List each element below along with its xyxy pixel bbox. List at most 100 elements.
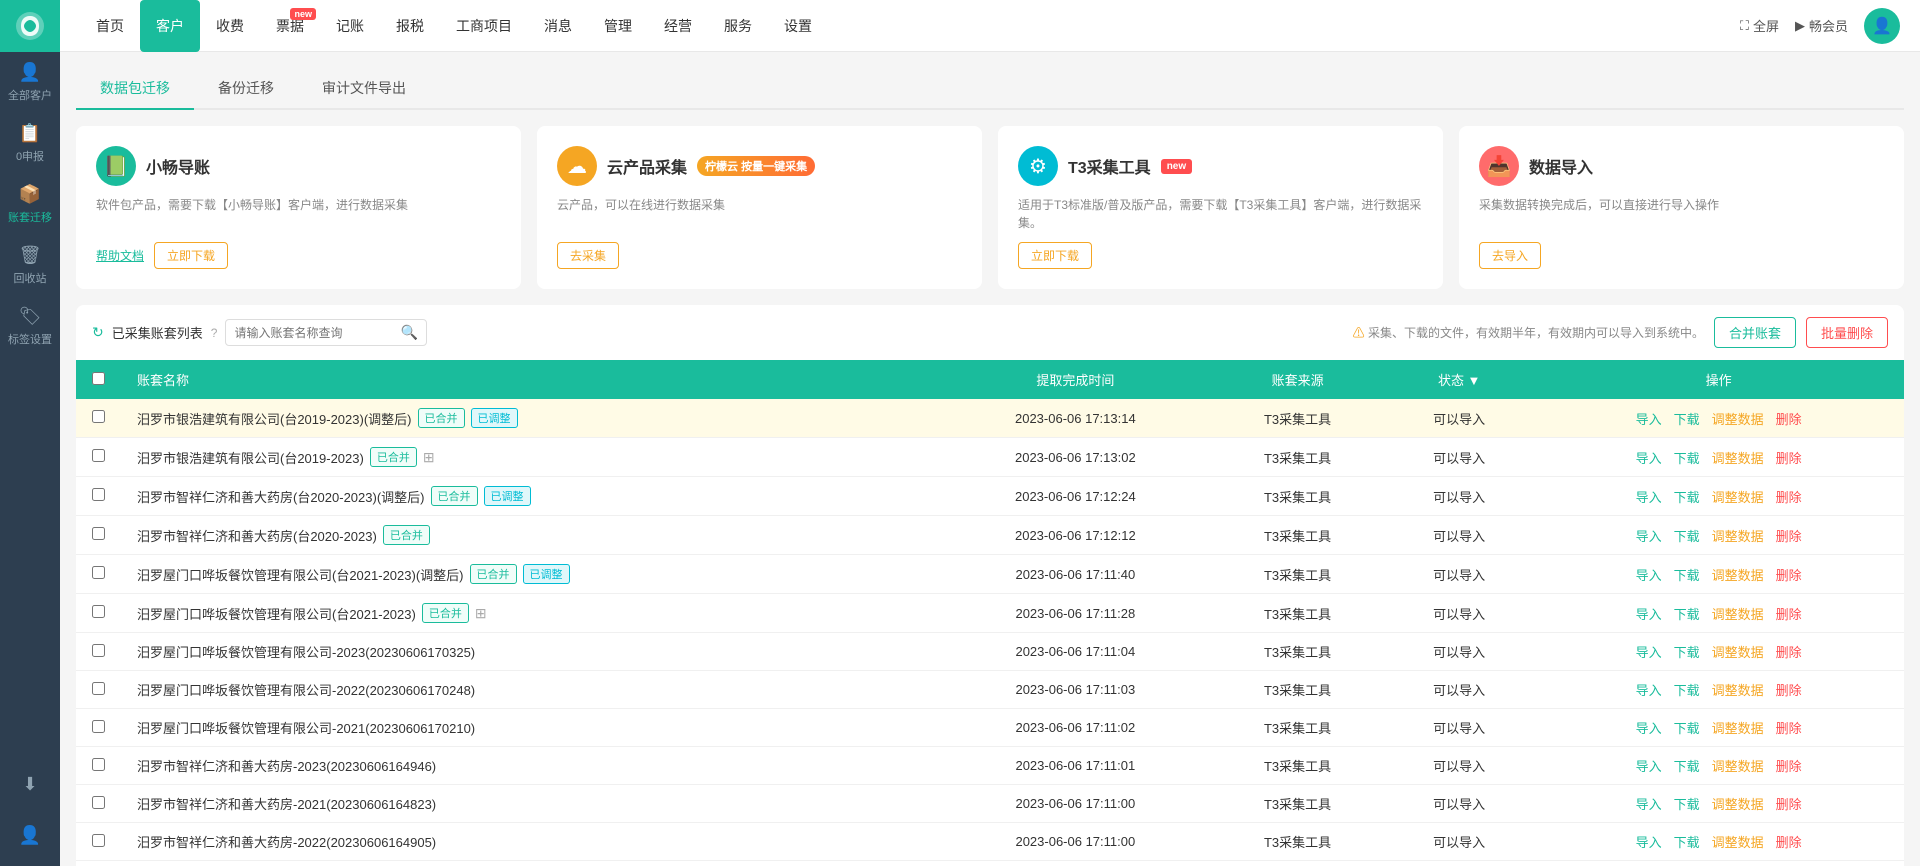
batch-delete-button[interactable]: 批量删除 [1806, 317, 1888, 348]
row-checkbox[interactable] [92, 758, 105, 771]
adjust-link[interactable]: 调整数据 [1712, 412, 1764, 427]
nav-service[interactable]: 服务 [708, 0, 768, 52]
import-link[interactable]: 导入 [1636, 607, 1662, 622]
fullscreen-button[interactable]: ⛶ 全屏 [1740, 16, 1779, 35]
import-link[interactable]: 导入 [1636, 683, 1662, 698]
tab-data-migration[interactable]: 数据包迁移 [76, 68, 194, 110]
delete-link[interactable]: 删除 [1776, 759, 1802, 774]
row-checkbox[interactable] [92, 682, 105, 695]
download-link[interactable]: 下载 [1674, 607, 1700, 622]
row-checkbox[interactable] [92, 410, 105, 423]
tab-backup-migration[interactable]: 备份迁移 [194, 68, 298, 110]
row-checkbox[interactable] [92, 566, 105, 579]
import-link[interactable]: 导入 [1636, 490, 1662, 505]
adjust-link[interactable]: 调整数据 [1712, 721, 1764, 736]
download-link[interactable]: 下载 [1674, 451, 1700, 466]
import-link[interactable]: 导入 [1636, 759, 1662, 774]
import-link[interactable]: 导入 [1636, 835, 1662, 850]
sidebar-item-account-migration[interactable]: 📦 账套迁移 [0, 174, 60, 235]
download-link[interactable]: 下载 [1674, 529, 1700, 544]
nav-clients[interactable]: 客户 [140, 0, 200, 52]
nav-message[interactable]: 消息 [528, 0, 588, 52]
delete-link[interactable]: 删除 [1776, 797, 1802, 812]
nav-invoice[interactable]: 票据 new [260, 0, 320, 52]
delete-link[interactable]: 删除 [1776, 645, 1802, 660]
nav-business[interactable]: 工商项目 [440, 0, 528, 52]
download-t3-button[interactable]: 立即下载 [1018, 242, 1092, 269]
import-link[interactable]: 导入 [1636, 451, 1662, 466]
nav-home[interactable]: 首页 [80, 0, 140, 52]
delete-link[interactable]: 删除 [1776, 568, 1802, 583]
sidebar-item-recycle[interactable]: 🗑 回收站 [0, 235, 60, 296]
delete-link[interactable]: 删除 [1776, 412, 1802, 427]
adjust-link[interactable]: 调整数据 [1712, 568, 1764, 583]
go-collect-button[interactable]: 去采集 [557, 242, 619, 269]
logo[interactable] [0, 0, 60, 52]
download-link[interactable]: 下载 [1674, 412, 1700, 427]
import-link[interactable]: 导入 [1636, 412, 1662, 427]
adjust-link[interactable]: 调整数据 [1712, 529, 1764, 544]
sidebar-item-all-clients[interactable]: 👤 全部客户 [0, 52, 60, 113]
download-link[interactable]: 下载 [1674, 490, 1700, 505]
row-checkbox[interactable] [92, 488, 105, 501]
nav-settings[interactable]: 设置 [768, 0, 828, 52]
search-icon[interactable]: 🔍 [400, 324, 417, 341]
delete-link[interactable]: 删除 [1776, 607, 1802, 622]
delete-link[interactable]: 删除 [1776, 721, 1802, 736]
row-checkbox[interactable] [92, 605, 105, 618]
adjust-link[interactable]: 调整数据 [1712, 797, 1764, 812]
help-icon[interactable]: ? [211, 326, 218, 340]
help-doc-link[interactable]: 帮助文档 [96, 247, 144, 264]
select-all-checkbox[interactable] [92, 372, 105, 385]
download-link[interactable]: 下载 [1674, 797, 1700, 812]
search-input[interactable] [234, 326, 394, 340]
download-link[interactable]: 下载 [1674, 645, 1700, 660]
download-link[interactable]: 下载 [1674, 721, 1700, 736]
merge-accounts-button[interactable]: 合并账套 [1714, 317, 1796, 348]
row-checkbox[interactable] [92, 834, 105, 847]
delete-link[interactable]: 删除 [1776, 490, 1802, 505]
sidebar-item-zero-report[interactable]: 📋 0申报 [0, 113, 60, 174]
t3-collect-icon: ⚙ [1018, 146, 1058, 186]
go-import-button[interactable]: 去导入 [1479, 242, 1541, 269]
nav-accounting[interactable]: 记账 [320, 0, 380, 52]
import-link[interactable]: 导入 [1636, 529, 1662, 544]
sidebar-item-user-settings[interactable]: 👤 [0, 815, 60, 856]
sidebar-item-download[interactable]: ⬇ [0, 764, 60, 805]
row-checkbox[interactable] [92, 644, 105, 657]
download-link[interactable]: 下载 [1674, 683, 1700, 698]
member-button[interactable]: ▶ 畅会员 [1795, 16, 1848, 35]
nav-tax[interactable]: 报税 [380, 0, 440, 52]
adjust-link[interactable]: 调整数据 [1712, 683, 1764, 698]
adjust-link[interactable]: 调整数据 [1712, 835, 1764, 850]
adjust-link[interactable]: 调整数据 [1712, 645, 1764, 660]
delete-link[interactable]: 删除 [1776, 451, 1802, 466]
nav-operations[interactable]: 经营 [648, 0, 708, 52]
row-checkbox[interactable] [92, 449, 105, 462]
delete-link[interactable]: 删除 [1776, 835, 1802, 850]
nav-management[interactable]: 管理 [588, 0, 648, 52]
nav-billing[interactable]: 收费 [200, 0, 260, 52]
col-status[interactable]: 状态 ▼ [1385, 360, 1533, 399]
adjust-link[interactable]: 调整数据 [1712, 490, 1764, 505]
row-checkbox[interactable] [92, 720, 105, 733]
import-link[interactable]: 导入 [1636, 568, 1662, 583]
row-checkbox[interactable] [92, 796, 105, 809]
avatar[interactable]: 👤 [1864, 8, 1900, 44]
delete-link[interactable]: 删除 [1776, 683, 1802, 698]
import-link[interactable]: 导入 [1636, 645, 1662, 660]
adjust-link[interactable]: 调整数据 [1712, 759, 1764, 774]
import-link[interactable]: 导入 [1636, 721, 1662, 736]
download-now-button[interactable]: 立即下载 [154, 242, 228, 269]
import-link[interactable]: 导入 [1636, 797, 1662, 812]
adjust-link[interactable]: 调整数据 [1712, 607, 1764, 622]
tab-audit-export[interactable]: 审计文件导出 [298, 68, 430, 110]
adjust-link[interactable]: 调整数据 [1712, 451, 1764, 466]
row-checkbox[interactable] [92, 527, 105, 540]
refresh-icon[interactable]: ↻ [92, 324, 104, 341]
delete-link[interactable]: 删除 [1776, 529, 1802, 544]
download-link[interactable]: 下载 [1674, 835, 1700, 850]
download-link[interactable]: 下载 [1674, 759, 1700, 774]
download-link[interactable]: 下载 [1674, 568, 1700, 583]
sidebar-item-tag-settings[interactable]: 🏷 标签设置 [0, 296, 60, 357]
